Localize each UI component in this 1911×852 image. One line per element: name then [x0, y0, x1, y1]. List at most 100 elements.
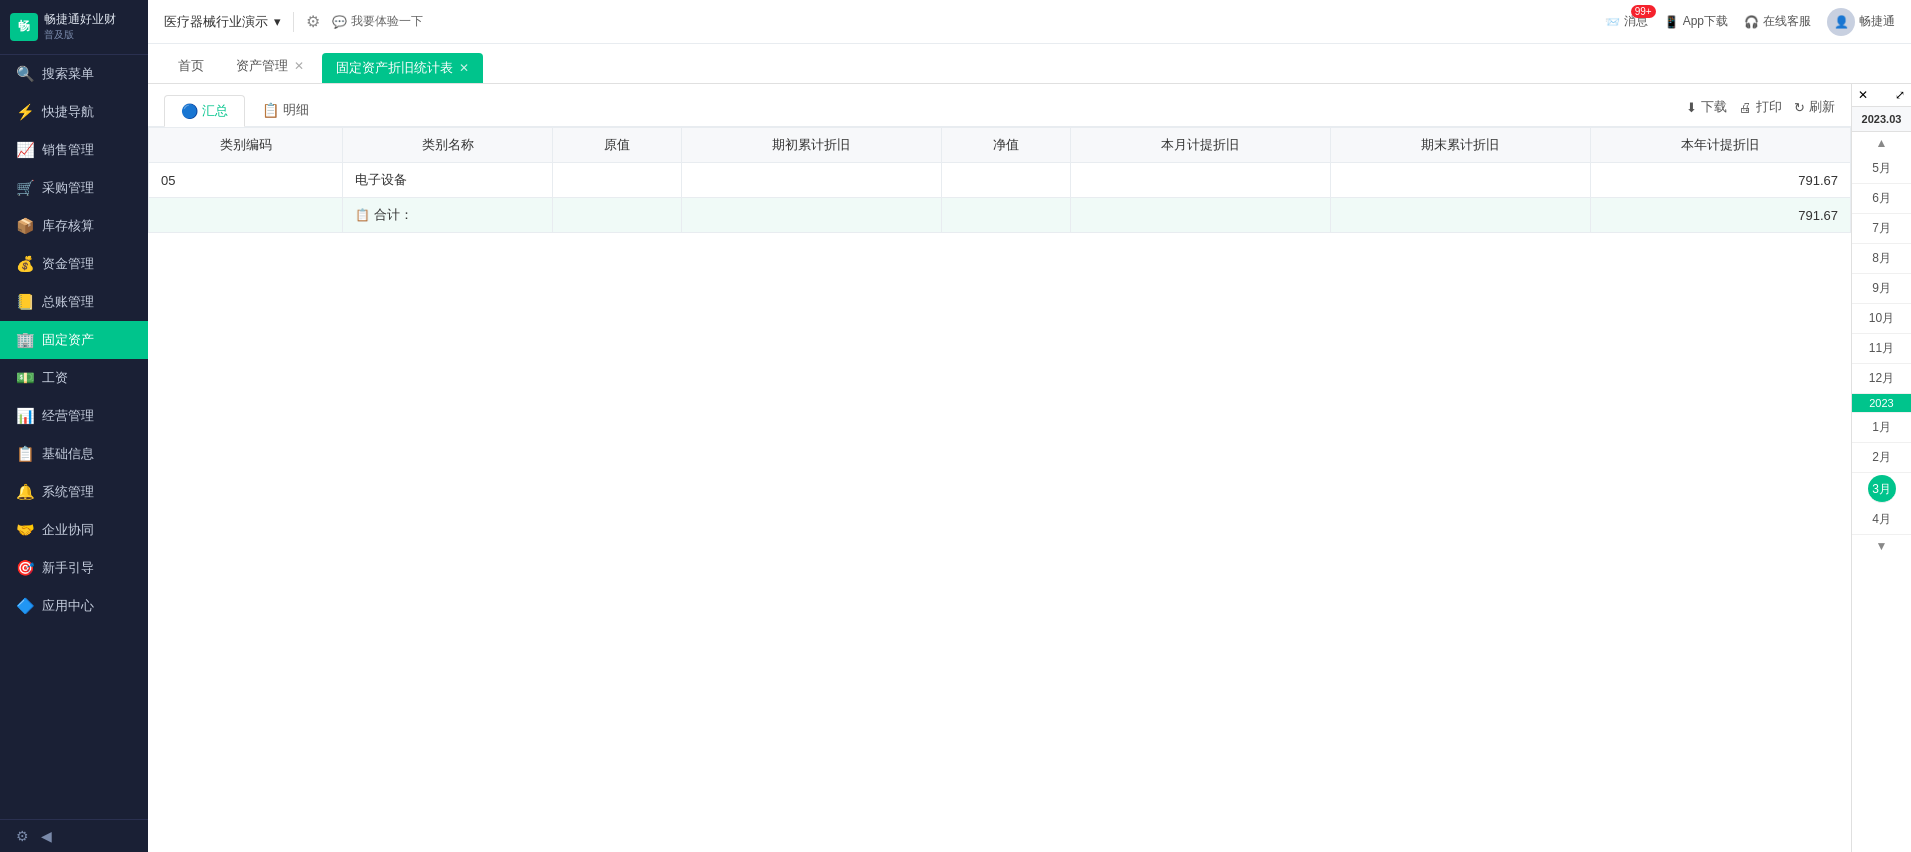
- nav-label: 总账管理: [42, 293, 94, 311]
- col-header-initial-acc: 期初累计折旧: [681, 128, 941, 163]
- nav-label: 搜索菜单: [42, 65, 94, 83]
- col-header-yearly: 本年计提折旧: [1590, 128, 1850, 163]
- col-header-name: 类别名称: [343, 128, 553, 163]
- app-subtitle: 普及版: [44, 28, 116, 42]
- date-item-jan[interactable]: 1月: [1852, 413, 1911, 443]
- settings-icon[interactable]: ⚙: [306, 12, 320, 31]
- online-service-btn[interactable]: 🎧 在线客服: [1744, 13, 1811, 30]
- company-name: 医疗器械行业演示: [164, 13, 268, 31]
- sidebar-item-固定资产[interactable]: 🏢 固定资产: [0, 321, 148, 359]
- logo-icon: 畅: [10, 13, 38, 41]
- total-row: 📋 合计： 791.67: [149, 198, 1851, 233]
- date-up-arrow[interactable]: ▲: [1852, 132, 1911, 154]
- date-item-oct[interactable]: 10月: [1852, 304, 1911, 334]
- print-btn[interactable]: 🖨 打印: [1739, 98, 1782, 116]
- date-down-arrow[interactable]: ▼: [1852, 535, 1911, 557]
- nav-icon: 🔔: [16, 483, 34, 501]
- sidebar-item-新手引导[interactable]: 🎯 新手引导: [0, 549, 148, 587]
- col-header-original: 原值: [553, 128, 682, 163]
- tab-asset-management[interactable]: 资产管理 ✕: [222, 51, 318, 83]
- total-expand-icon[interactable]: 📋: [355, 208, 370, 222]
- date-item-nov[interactable]: 11月: [1852, 334, 1911, 364]
- current-year-months: 1月 2月 3月 4月: [1852, 413, 1911, 535]
- tab-home-label: 首页: [178, 57, 204, 75]
- summary-icon: 🔵: [181, 103, 198, 119]
- sidebar-item-搜索菜单[interactable]: 🔍 搜索菜单: [0, 55, 148, 93]
- total-initial-acc: [681, 198, 941, 233]
- sidebar-item-销售管理[interactable]: 📈 销售管理: [0, 131, 148, 169]
- nav-icon: 📋: [16, 445, 34, 463]
- sidebar-item-采购管理[interactable]: 🛒 采购管理: [0, 169, 148, 207]
- print-icon: 🖨: [1739, 100, 1752, 115]
- date-panel: ✕ ⤢ 2023.03 ▲ 5月 6月 7月 8月 9月 10月 11月 12月…: [1851, 84, 1911, 852]
- date-item-dec[interactable]: 12月: [1852, 364, 1911, 394]
- settings-footer-icon[interactable]: ⚙: [16, 828, 29, 844]
- cell-monthly: [1070, 163, 1330, 198]
- cell-name: 电子设备: [343, 163, 553, 198]
- date-item-aug[interactable]: 8月: [1852, 244, 1911, 274]
- sidebar-item-工资[interactable]: 💵 工资: [0, 359, 148, 397]
- content-main: 🔵 汇总 📋 明细 ⬇ 下载 🖨 打印: [148, 84, 1851, 852]
- subtab-detail[interactable]: 📋 明细: [245, 94, 326, 126]
- total-end-acc: [1330, 198, 1590, 233]
- nav-label: 工资: [42, 369, 68, 387]
- download-btn[interactable]: ⬇ 下载: [1686, 98, 1727, 116]
- nav-label: 基础信息: [42, 445, 94, 463]
- message-btn[interactable]: 📨 消息 99+: [1605, 13, 1648, 30]
- tab-depreciation-close[interactable]: ✕: [459, 61, 469, 75]
- date-item-jul[interactable]: 7月: [1852, 214, 1911, 244]
- date-item-feb[interactable]: 2月: [1852, 443, 1911, 473]
- print-label: 打印: [1756, 98, 1782, 116]
- date-item-mar[interactable]: 3月: [1868, 475, 1896, 503]
- refresh-icon: ↻: [1794, 100, 1805, 115]
- collapse-icon[interactable]: ◀: [41, 828, 52, 844]
- app-download-icon: 📱: [1664, 15, 1679, 29]
- nav-icon: 🎯: [16, 559, 34, 577]
- cell-net: [941, 163, 1070, 198]
- date-panel-close-icon[interactable]: ✕: [1858, 88, 1868, 102]
- refresh-btn[interactable]: ↻ 刷新: [1794, 98, 1835, 116]
- date-item-apr[interactable]: 4月: [1852, 505, 1911, 535]
- date-panel-expand-icon[interactable]: ⤢: [1895, 88, 1905, 102]
- year-label[interactable]: 2023: [1852, 394, 1911, 413]
- cell-yearly: 791.67: [1590, 163, 1850, 198]
- date-item-may[interactable]: 5月: [1852, 154, 1911, 184]
- subtab-summary[interactable]: 🔵 汇总: [164, 95, 245, 127]
- user-area[interactable]: 👤 畅捷通: [1827, 8, 1895, 36]
- sidebar-item-系统管理[interactable]: 🔔 系统管理: [0, 473, 148, 511]
- sidebar-item-库存核算[interactable]: 📦 库存核算: [0, 207, 148, 245]
- experience-btn[interactable]: 💬 我要体验一下: [332, 13, 423, 30]
- nav-label: 经营管理: [42, 407, 94, 425]
- app-download-btn[interactable]: 📱 App下载: [1664, 13, 1728, 30]
- sidebar-item-企业协同[interactable]: 🤝 企业协同: [0, 511, 148, 549]
- nav-label: 新手引导: [42, 559, 94, 577]
- subtab-summary-label: 汇总: [202, 102, 228, 120]
- nav-label: 快捷导航: [42, 103, 94, 121]
- cell-end-acc: [1330, 163, 1590, 198]
- sidebar-item-基础信息[interactable]: 📋 基础信息: [0, 435, 148, 473]
- tab-depreciation-report[interactable]: 固定资产折旧统计表 ✕: [322, 53, 483, 83]
- date-item-jun[interactable]: 6月: [1852, 184, 1911, 214]
- depreciation-table: 类别编码 类别名称 原值 期初累计折旧 净值 本月计提折旧 期末累计折旧 本年计…: [148, 127, 1851, 233]
- company-selector[interactable]: 医疗器械行业演示 ▾: [164, 13, 281, 31]
- sidebar-item-快捷导航[interactable]: ⚡ 快捷导航: [0, 93, 148, 131]
- total-net: [941, 198, 1070, 233]
- sidebar-item-应用中心[interactable]: 🔷 应用中心: [0, 587, 148, 625]
- app-download-label: App下载: [1683, 13, 1728, 30]
- cell-code: 05: [149, 163, 343, 198]
- total-monthly: [1070, 198, 1330, 233]
- divider: [293, 12, 294, 32]
- col-header-monthly: 本月计提折旧: [1070, 128, 1330, 163]
- sidebar-item-资金管理[interactable]: 💰 资金管理: [0, 245, 148, 283]
- detail-icon: 📋: [262, 102, 279, 118]
- sidebar-item-总账管理[interactable]: 📒 总账管理: [0, 283, 148, 321]
- nav-icon: 💵: [16, 369, 34, 387]
- sidebar-item-经营管理[interactable]: 📊 经营管理: [0, 397, 148, 435]
- tab-asset-close[interactable]: ✕: [294, 59, 304, 73]
- col-header-net: 净值: [941, 128, 1070, 163]
- nav-icon: 📈: [16, 141, 34, 159]
- content-area: 🔵 汇总 📋 明细 ⬇ 下载 🖨 打印: [148, 84, 1911, 852]
- subtabs: 🔵 汇总 📋 明细 ⬇ 下载 🖨 打印: [148, 84, 1851, 127]
- date-item-sep[interactable]: 9月: [1852, 274, 1911, 304]
- tab-home[interactable]: 首页: [164, 51, 218, 83]
